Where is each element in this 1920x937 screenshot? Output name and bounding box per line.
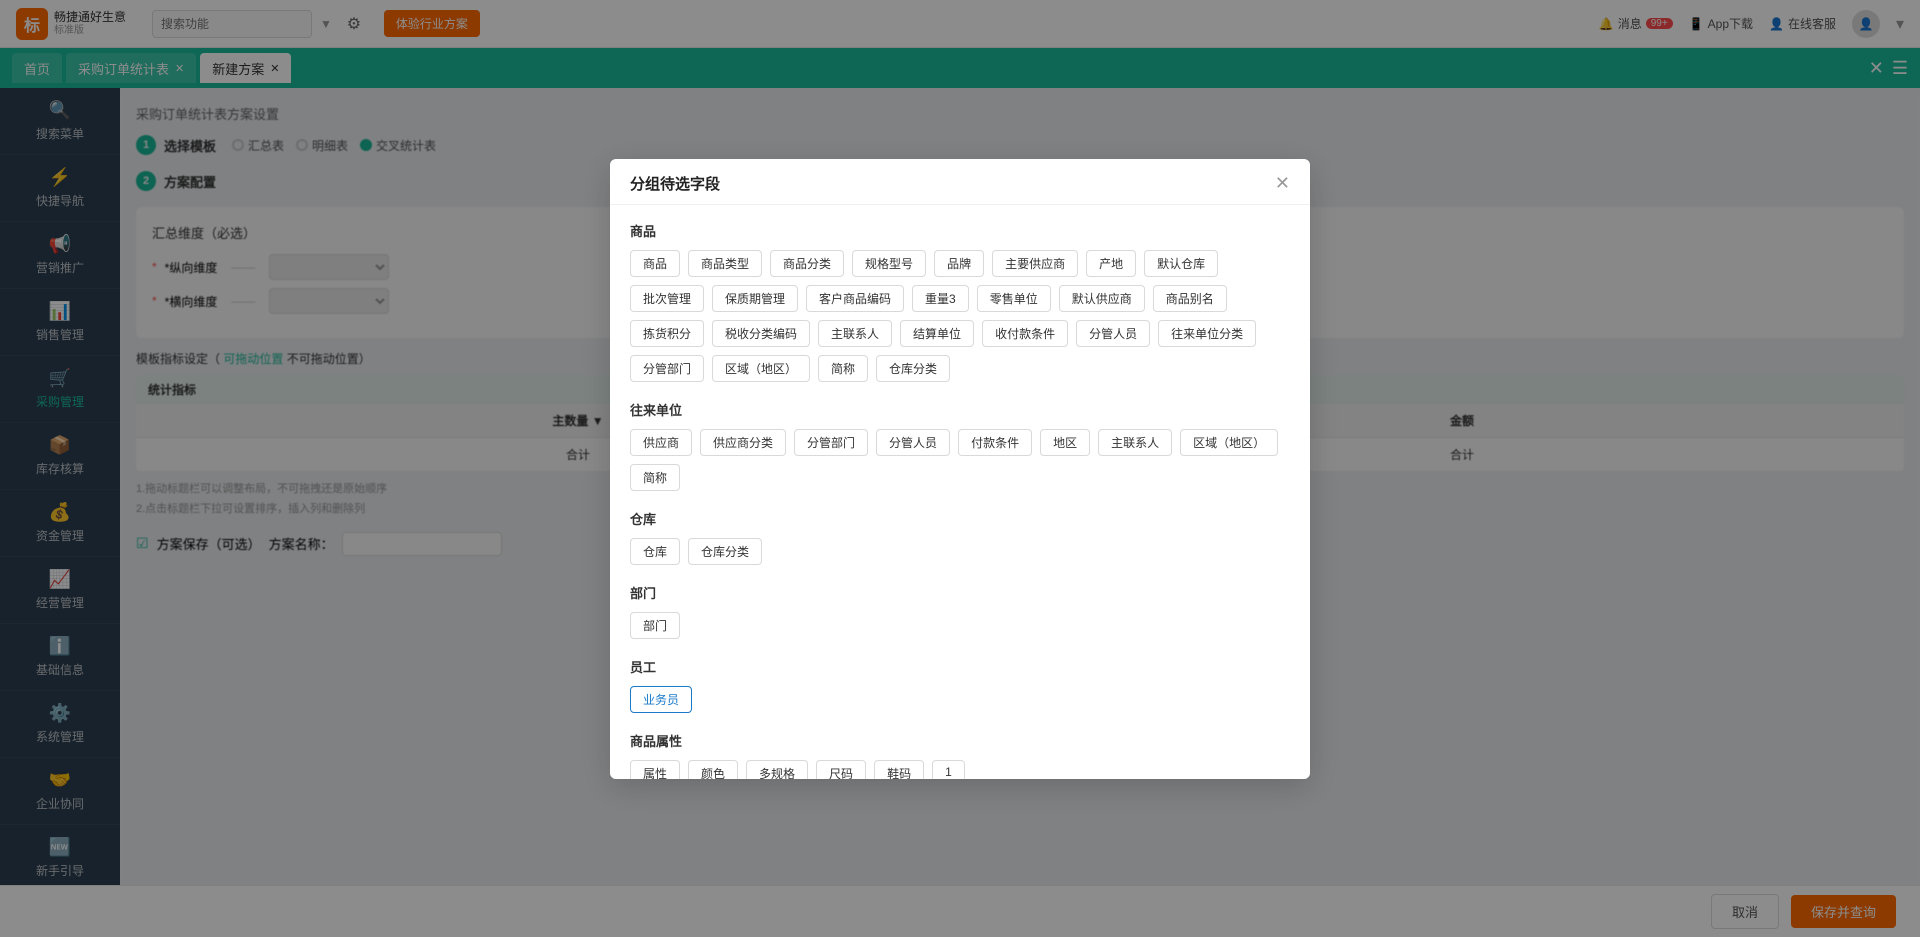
field-tag[interactable]: 区域（地区） xyxy=(1180,429,1278,456)
field-tag[interactable]: 商品类型 xyxy=(688,250,762,277)
field-tag[interactable]: 主联系人 xyxy=(1098,429,1172,456)
field-section-title-product: 商品 xyxy=(630,221,1290,240)
field-section-warehouse: 仓库仓库仓库分类 xyxy=(630,509,1290,565)
modal-close-button[interactable]: ✕ xyxy=(1275,173,1290,194)
field-tag[interactable]: 简称 xyxy=(818,355,868,382)
field-section-partner: 往来单位供应商供应商分类分管部门分管人员付款条件地区主联系人区域（地区） 简称 xyxy=(630,400,1290,491)
field-tag[interactable]: 零售单位 xyxy=(977,285,1051,312)
field-tag[interactable]: 商品 xyxy=(630,250,680,277)
field-tag[interactable]: 仓库分类 xyxy=(876,355,950,382)
field-tag[interactable]: 税收分类编码 xyxy=(712,320,810,347)
field-tag[interactable]: 结算单位 xyxy=(900,320,974,347)
field-tag[interactable]: 仓库分类 xyxy=(688,538,762,565)
field-tags-product: 商品商品类型商品分类规格型号品牌主要供应商产地默认仓库批次管理保质期管理客户商品… xyxy=(630,250,1290,382)
field-tag[interactable]: 多规格 xyxy=(746,760,808,779)
field-tag[interactable]: 属性 xyxy=(630,760,680,779)
field-section-product-attr: 商品属性属性颜色多规格尺码鞋码 1 xyxy=(630,731,1290,779)
field-tag[interactable]: 商品别名 xyxy=(1153,285,1227,312)
field-section-title-warehouse: 仓库 xyxy=(630,509,1290,528)
field-tag[interactable]: 付款条件 xyxy=(958,429,1032,456)
modal-overlay: 分组待选字段 ✕ 商品商品商品类型商品分类规格型号品牌主要供应商产地默认仓库批次… xyxy=(0,0,1920,937)
field-tags-partner: 供应商供应商分类分管部门分管人员付款条件地区主联系人区域（地区） 简称 xyxy=(630,429,1290,491)
field-tag[interactable]: 供应商 xyxy=(630,429,692,456)
field-tag[interactable]: 业务员 xyxy=(630,686,692,713)
field-tag[interactable]: 产地 xyxy=(1086,250,1136,277)
modal: 分组待选字段 ✕ 商品商品商品类型商品分类规格型号品牌主要供应商产地默认仓库批次… xyxy=(610,159,1310,779)
field-tag[interactable]: 收付款条件 xyxy=(982,320,1068,347)
field-section-title-department: 部门 xyxy=(630,583,1290,602)
field-tag[interactable]: 1 xyxy=(932,760,965,779)
field-section-staff: 员工业务员 xyxy=(630,657,1290,713)
field-section-product: 商品商品商品类型商品分类规格型号品牌主要供应商产地默认仓库批次管理保质期管理客户… xyxy=(630,221,1290,382)
field-tag[interactable]: 拣货积分 xyxy=(630,320,704,347)
field-tag[interactable]: 鞋码 xyxy=(874,760,924,779)
modal-title: 分组待选字段 xyxy=(630,173,720,194)
field-tag[interactable]: 简称 xyxy=(630,464,680,491)
field-tag[interactable]: 重量3 xyxy=(912,285,969,312)
field-section-department: 部门部门 xyxy=(630,583,1290,639)
field-tag[interactable]: 分管部门 xyxy=(630,355,704,382)
field-tag[interactable]: 主联系人 xyxy=(818,320,892,347)
field-tags-department: 部门 xyxy=(630,612,1290,639)
field-section-title-staff: 员工 xyxy=(630,657,1290,676)
field-tag[interactable]: 区域（地区） xyxy=(712,355,810,382)
field-section-title-partner: 往来单位 xyxy=(630,400,1290,419)
field-tag[interactable]: 默认供应商 xyxy=(1059,285,1145,312)
field-tags-staff: 业务员 xyxy=(630,686,1290,713)
field-tag[interactable]: 默认仓库 xyxy=(1144,250,1218,277)
field-section-title-product-attr: 商品属性 xyxy=(630,731,1290,750)
field-tag[interactable]: 部门 xyxy=(630,612,680,639)
field-tags-product-attr: 属性颜色多规格尺码鞋码 1 xyxy=(630,760,1290,779)
field-tag[interactable]: 仓库 xyxy=(630,538,680,565)
field-tag[interactable]: 尺码 xyxy=(816,760,866,779)
field-tags-warehouse: 仓库仓库分类 xyxy=(630,538,1290,565)
field-tag[interactable]: 地区 xyxy=(1040,429,1090,456)
field-tag[interactable]: 主要供应商 xyxy=(992,250,1078,277)
field-tag[interactable]: 分管部门 xyxy=(794,429,868,456)
field-tag[interactable]: 客户商品编码 xyxy=(806,285,904,312)
field-tag[interactable]: 分管人员 xyxy=(1076,320,1150,347)
field-tag[interactable]: 商品分类 xyxy=(770,250,844,277)
field-tag[interactable]: 规格型号 xyxy=(852,250,926,277)
field-tag[interactable]: 品牌 xyxy=(934,250,984,277)
field-tag[interactable]: 保质期管理 xyxy=(712,285,798,312)
modal-header: 分组待选字段 ✕ xyxy=(610,159,1310,205)
field-tag[interactable]: 颜色 xyxy=(688,760,738,779)
modal-body[interactable]: 商品商品商品类型商品分类规格型号品牌主要供应商产地默认仓库批次管理保质期管理客户… xyxy=(610,205,1310,779)
field-tag[interactable]: 批次管理 xyxy=(630,285,704,312)
field-tag[interactable]: 供应商分类 xyxy=(700,429,786,456)
field-tag[interactable]: 往来单位分类 xyxy=(1158,320,1256,347)
field-tag[interactable]: 分管人员 xyxy=(876,429,950,456)
